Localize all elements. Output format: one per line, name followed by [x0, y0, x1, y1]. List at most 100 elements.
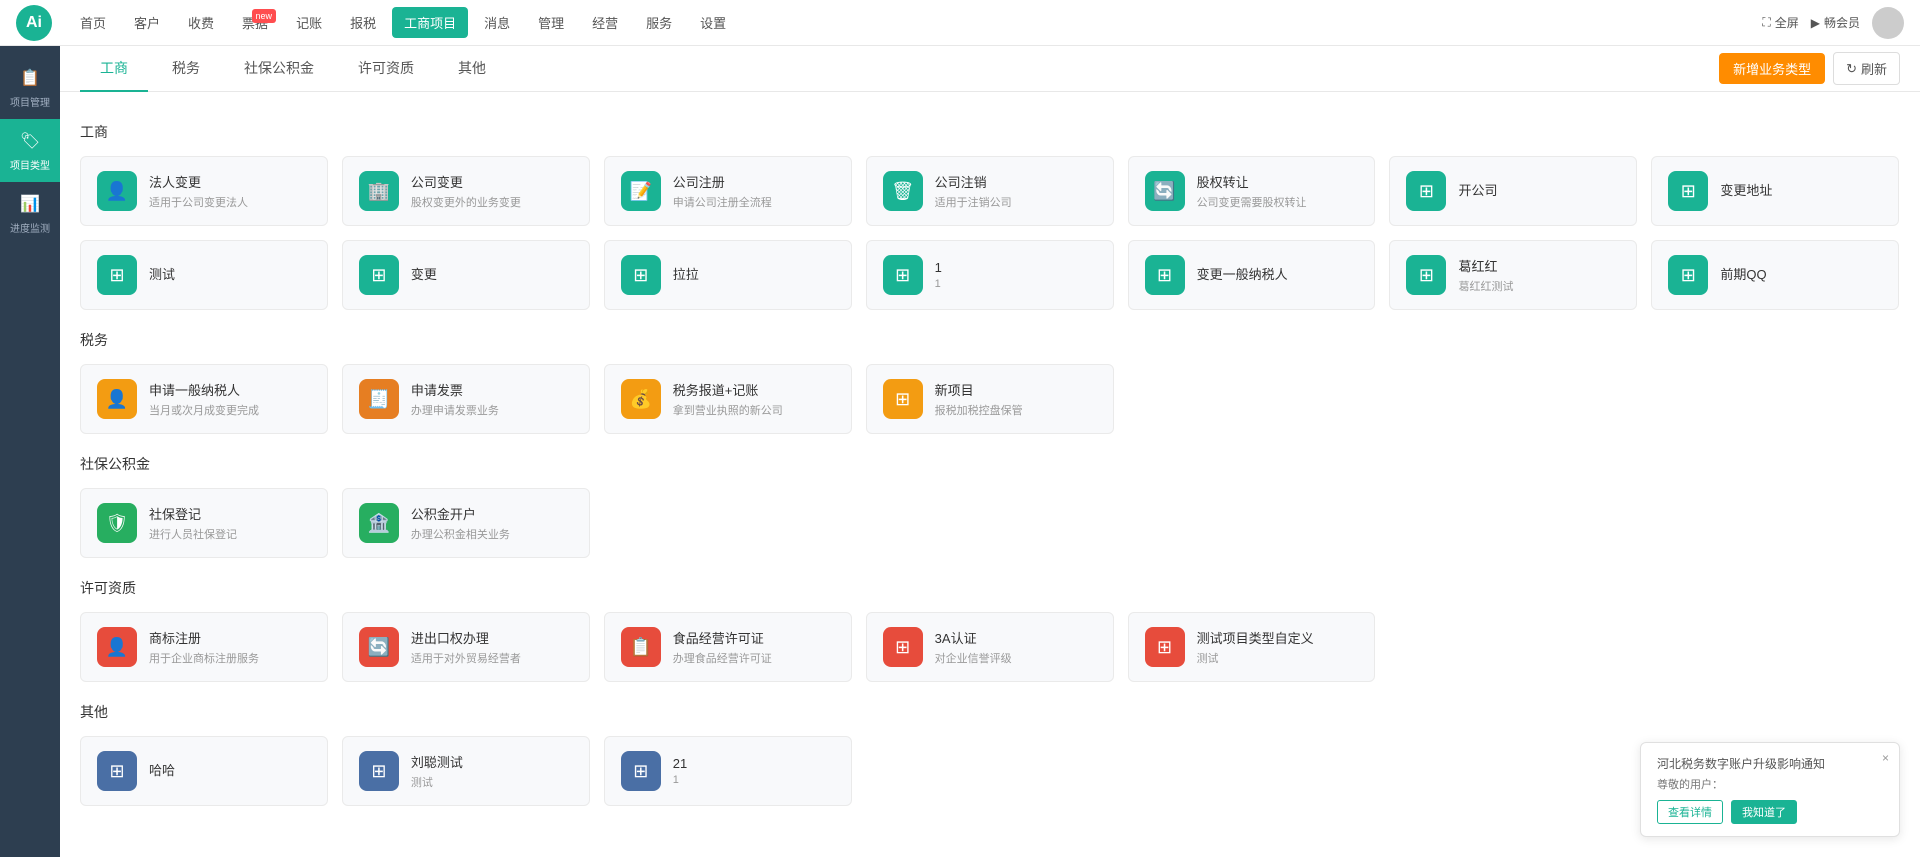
nav-item-消息[interactable]: 消息 — [472, 7, 522, 38]
nav-right: ⛶ 全屏 ▶ 畅会员 — [1762, 7, 1904, 39]
sidebar-item-项目管理[interactable]: 📋项目管理 — [0, 56, 60, 119]
card-title: 申请发票 — [411, 380, 573, 399]
card-item[interactable]: ⊞测试 — [80, 240, 328, 310]
notification-close-icon[interactable]: × — [1882, 751, 1889, 765]
nav-item-票据[interactable]: 票据new — [230, 7, 280, 38]
card-item[interactable]: ⊞ 变更地址 — [1651, 156, 1899, 226]
cards-grid: 👤法人变更适用于公司变更法人🏢公司变更股权变更外的业务变更📝公司注册申请公司注册… — [80, 156, 1900, 310]
sub-tab-其他[interactable]: 其他 — [438, 46, 506, 92]
card-item[interactable]: ⊞测试项目类型自定义测试 — [1128, 612, 1376, 682]
avatar[interactable] — [1872, 7, 1904, 39]
card-item[interactable]: 📝 公司注册申请公司注册全流程 — [604, 156, 852, 226]
card-item[interactable]: 👤申请一般纳税人当月或次月成变更完成 — [80, 364, 328, 434]
fullscreen-btn[interactable]: ⛶ 全屏 — [1762, 14, 1798, 31]
sidebar-label: 项目类型 — [10, 157, 50, 172]
card-item[interactable]: ⊞变更一般纳税人 — [1128, 240, 1376, 310]
card-item[interactable]: ⊞前期QQ — [1651, 240, 1899, 310]
nav-item-记账[interactable]: 记账 — [284, 7, 334, 38]
card-text: 公司注册申请公司注册全流程 — [673, 172, 835, 210]
notification-content: 尊敬的用户： — [1657, 776, 1883, 792]
card-item[interactable]: 🧾申请发票办理申请发票业务 — [342, 364, 590, 434]
card-text: 法人变更适用于公司变更法人 — [149, 172, 311, 210]
card-desc: 股权变更外的业务变更 — [411, 194, 573, 210]
card-item[interactable]: ⊞拉拉 — [604, 240, 852, 310]
card-desc: 报税加税控盘保管 — [935, 402, 1097, 418]
card-desc: 当月或次月成变更完成 — [149, 402, 311, 418]
card-icon: ⊞ — [1406, 171, 1446, 211]
card-item[interactable]: ⊞葛红红葛红红测试 — [1389, 240, 1637, 310]
card-item[interactable]: ⊞变更 — [342, 240, 590, 310]
sidebar-item-进度监测[interactable]: 📊进度监测 — [0, 182, 60, 245]
card-item[interactable]: ⊞新项目报税加税控盘保管 — [866, 364, 1114, 434]
card-text: 前期QQ — [1720, 264, 1882, 286]
nav-item-报税[interactable]: 报税 — [338, 7, 388, 38]
fullscreen-label: 全屏 — [1775, 14, 1799, 31]
sub-tabs-list: 工商税务社保公积金许可资质其他 — [80, 46, 510, 92]
nav-item-收费[interactable]: 收费 — [176, 7, 226, 38]
card-title: 公司注册 — [673, 172, 835, 191]
card-item[interactable]: ⊞3A认证对企业信誉评级 — [866, 612, 1114, 682]
card-item[interactable]: ⊞刘聪测试测试 — [342, 736, 590, 806]
card-item[interactable]: 🔄 股权转让公司变更需要股权转让 — [1128, 156, 1376, 226]
notification-confirm-button[interactable]: 我知道了 — [1731, 800, 1797, 824]
card-item[interactable]: ⊞ 开公司 — [1389, 156, 1637, 226]
nav-item-管理[interactable]: 管理 — [526, 7, 576, 38]
card-item[interactable]: ⊞11 — [866, 240, 1114, 310]
section-title: 其他 — [80, 702, 1900, 722]
add-type-button[interactable]: 新增业务类型 — [1719, 53, 1825, 84]
card-desc: 拿到营业执照的新公司 — [673, 402, 835, 418]
notification-detail-button[interactable]: 查看详情 — [1657, 800, 1723, 824]
card-text: 3A认证对企业信誉评级 — [935, 628, 1097, 666]
card-icon: 💰 — [621, 379, 661, 419]
card-item[interactable]: 👤商标注册用于企业商标注册服务 — [80, 612, 328, 682]
card-icon: ⊞ — [621, 751, 661, 791]
sidebar-icon: 🏷 — [18, 129, 42, 153]
card-item[interactable]: 👤法人变更适用于公司变更法人 — [80, 156, 328, 226]
card-item[interactable]: 🗑公司注销适用于注销公司 — [866, 156, 1114, 226]
card-text: 股权转让公司变更需要股权转让 — [1197, 172, 1359, 210]
card-desc: 办理公积金相关业务 — [411, 526, 573, 542]
nav-item-工商项目[interactable]: 工商项目 — [392, 7, 468, 38]
card-icon: 🔄 — [1145, 171, 1185, 211]
card-item[interactable]: 🔄进出口权办理适用于对外贸易经营者 — [342, 612, 590, 682]
sub-tab-税务[interactable]: 税务 — [152, 46, 220, 92]
card-title: 社保登记 — [149, 504, 311, 523]
sidebar-icon: 📋 — [18, 66, 42, 90]
card-item[interactable]: ⊞哈哈 — [80, 736, 328, 806]
card-title: 公司变更 — [411, 172, 573, 191]
member-btn[interactable]: ▶ 畅会员 — [1811, 14, 1860, 31]
card-item[interactable]: 🏢公司变更股权变更外的业务变更 — [342, 156, 590, 226]
member-label: 畅会员 — [1824, 14, 1860, 31]
card-icon: ⊞ — [1145, 255, 1185, 295]
card-text: 公积金开户办理公积金相关业务 — [411, 504, 573, 542]
card-item[interactable]: ⊞211 — [604, 736, 852, 806]
card-title: 葛红红 — [1458, 256, 1620, 275]
card-icon: 🔄 — [359, 627, 399, 667]
nav-item-客户[interactable]: 客户 — [122, 7, 172, 38]
nav-item-首页[interactable]: 首页 — [68, 7, 118, 38]
sub-tab-工商[interactable]: 工商 — [80, 46, 148, 92]
card-item[interactable]: 🛡社保登记进行人员社保登记 — [80, 488, 328, 558]
nav-item-设置[interactable]: 设置 — [688, 7, 738, 38]
card-item[interactable]: 💰税务报道+记账拿到营业执照的新公司 — [604, 364, 852, 434]
logo: Ai — [16, 5, 52, 41]
card-title: 申请一般纳税人 — [149, 380, 311, 399]
sidebar-item-项目类型[interactable]: 🏷 项目类型 — [0, 119, 60, 182]
nav-item-服务[interactable]: 服务 — [634, 7, 684, 38]
sub-tab-许可资质[interactable]: 许可资质 — [338, 46, 434, 92]
refresh-button[interactable]: ↻ 刷新 — [1833, 52, 1900, 85]
card-icon: 📝 — [621, 171, 661, 211]
card-text: 11 — [935, 260, 1097, 290]
card-title: 开公司 — [1458, 180, 1620, 199]
card-item[interactable]: 📋食品经营许可证办理食品经营许可证 — [604, 612, 852, 682]
card-item[interactable]: 🏦公积金开户办理公积金相关业务 — [342, 488, 590, 558]
card-icon: ⊞ — [1668, 171, 1708, 211]
card-desc: 申请公司注册全流程 — [673, 194, 835, 210]
card-icon: 🧾 — [359, 379, 399, 419]
card-icon: ⊞ — [359, 255, 399, 295]
nav-items: 首页客户收费票据new记账报税工商项目消息管理经营服务设置 — [68, 7, 1762, 38]
nav-item-经营[interactable]: 经营 — [580, 7, 630, 38]
card-title: 前期QQ — [1720, 264, 1882, 283]
card-title: 变更地址 — [1720, 180, 1882, 199]
sub-tab-社保公积金[interactable]: 社保公积金 — [224, 46, 334, 92]
